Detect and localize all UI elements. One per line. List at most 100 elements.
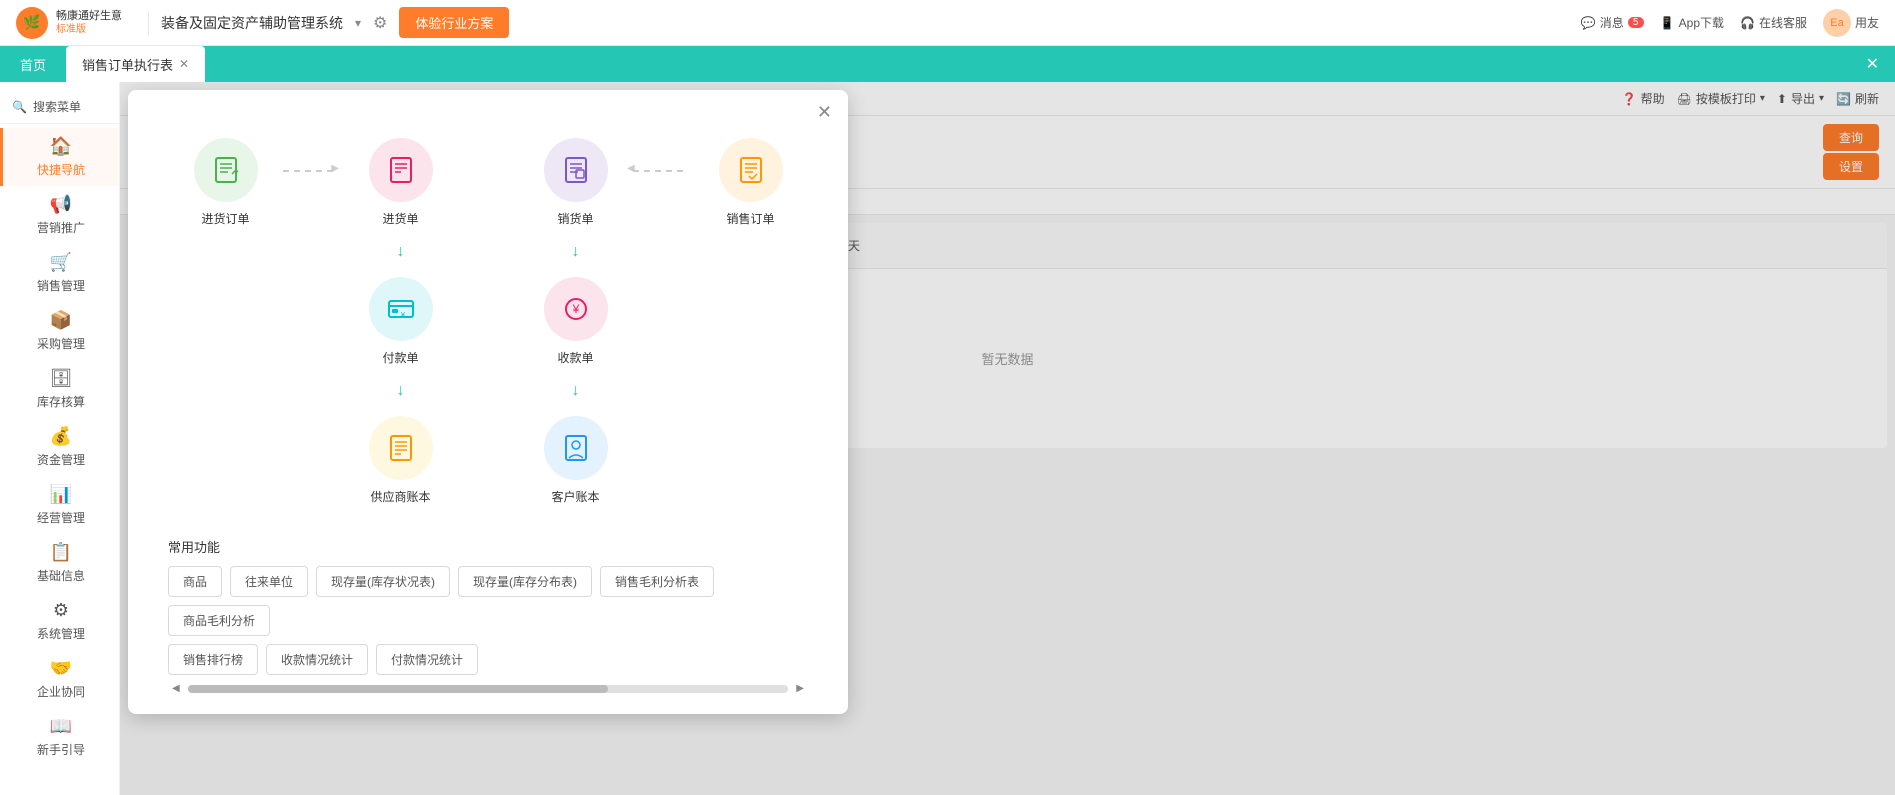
cf-sales-rank-button[interactable]: 销售排行榜 [168,644,258,675]
user-area[interactable]: Ea 用友 [1823,9,1879,37]
supplier-account-label: 供应商账本 [370,488,430,505]
scroll-left-arrow[interactable]: ◀ [168,683,184,694]
popup-close-button[interactable]: ✕ [817,102,832,123]
cf-receipt-stats-button[interactable]: 收款情况统计 [266,644,368,675]
common-functions: 常用功能 商品 往来单位 现存量(库存状况表) 现存量(库存分布表) 销售毛利分… [168,537,808,675]
basic-info-icon: 📋 [50,542,72,563]
enterprise-icon: 🤝 [50,658,72,679]
scroll-track[interactable] [188,685,789,693]
header-actions: 💬 消息 5 📱 App下载 🎧 在线客服 Ea 用友 [1581,9,1879,37]
down-arrow-4: ↓ [518,382,633,400]
search-icon: 🔍 [12,100,27,114]
sidebar-item-marketing[interactable]: 📢 营销推广 [0,186,119,244]
payment-bill-label: 付款单 [382,349,418,366]
logo-icon: 🌿 [16,7,48,39]
flow-sales-bill[interactable]: 销货单 [518,122,633,243]
tab-close-icon[interactable]: ✕ [179,57,189,71]
sidebar-item-operations[interactable]: 📊 经营管理 [0,476,119,534]
sales-bill-icon [544,138,608,202]
cf-contacts-button[interactable]: 往来单位 [230,566,308,597]
sidebar-item-purchase[interactable]: 📦 采购管理 [0,302,119,360]
receipt-bill-icon: ¥ [544,277,608,341]
sidebar-item-system[interactable]: ⚙ 系统管理 [0,592,119,650]
app-download-button[interactable]: 📱 App下载 [1660,14,1724,31]
dropdown-icon[interactable]: ▾ [355,16,361,30]
popup-box: ✕ 进货订单 ▶ [128,90,848,714]
cf-product-profit-button[interactable]: 商品毛利分析 [168,605,270,636]
flow-receipt-bill[interactable]: ¥ 收款单 [518,261,633,382]
purchase-bill-icon [369,138,433,202]
scroll-right-arrow[interactable]: ▶ [792,683,808,694]
flow-supplier-account[interactable]: 供应商账本 [343,400,458,521]
flow-purchase-order[interactable]: 进货订单 [168,122,283,243]
tab-bar: 首页 销售订单执行表 ✕ ✕ [0,46,1895,82]
avatar: Ea [1823,9,1851,37]
sidebar-item-finance[interactable]: 💰 资金管理 [0,418,119,476]
tab-close-all-button[interactable]: ✕ [1858,54,1887,74]
cf-buttons-row-1: 商品 往来单位 现存量(库存状况表) 现存量(库存分布表) 销售毛利分析表 商品… [168,566,808,636]
flow-customer-account[interactable]: 客户账本 [518,400,633,521]
common-functions-title: 常用功能 [168,537,808,556]
marketing-icon: 📢 [50,194,72,215]
down-arrow-1: ↓ [343,243,458,261]
purchase-bill-label: 进货单 [382,210,418,227]
sidebar-item-inventory[interactable]: 🗄 库存核算 [0,360,119,418]
try-button[interactable]: 体验行业方案 [399,7,509,38]
cf-payment-stats-button[interactable]: 付款情况统计 [376,644,478,675]
arrow-row-2: ↓ ↓ [168,382,808,400]
scroll-thumb [188,685,608,693]
message-badge: 5 [1628,17,1644,28]
content-area: ❓ 帮助 🖨 按模板打印 ▾ ⬆ 导出 ▾ 🔄 刷新 [120,82,1895,795]
message-button[interactable]: 💬 消息 5 [1581,14,1644,31]
newbie-icon: 📖 [50,716,72,737]
tab-sales-label: 销售订单执行表 [82,55,173,74]
sidebar: 🔍 搜索菜单 🏠 快捷导航 📢 营销推广 🛒 销售管理 📦 采购管理 🗄 库存核… [0,82,120,795]
purchase-icon: 📦 [50,310,72,331]
payment-bill-icon: ¥ [369,277,433,341]
flow-row-1: 进货订单 ▶ 进货单 [168,122,808,243]
customer-account-label: 客户账本 [551,488,599,505]
svg-text:¥: ¥ [401,312,405,319]
cf-product-button[interactable]: 商品 [168,566,222,597]
sidebar-item-basic-info[interactable]: 📋 基础信息 [0,534,119,592]
purchase-order-label: 进货订单 [201,210,249,227]
gear-icon[interactable]: ⚙ [373,13,387,33]
spacer-1 [458,171,518,195]
arrow-2: ◀ [633,170,693,196]
tab-sales-order[interactable]: 销售订单执行表 ✕ [66,46,205,82]
logo-text: 畅康通好生意 标准版 [56,9,122,36]
arrow-row-1: ↓ ↓ [168,243,808,261]
main-layout: 🔍 搜索菜单 🏠 快捷导航 📢 营销推广 🛒 销售管理 📦 采购管理 🗄 库存核… [0,82,1895,795]
operations-icon: 📊 [50,484,72,505]
sidebar-item-quick-nav[interactable]: 🏠 快捷导航 [0,128,119,186]
customer-account-icon [544,416,608,480]
flow-sales-order[interactable]: 销售订单 [693,122,808,243]
popup-scrollbar: ◀ ▶ [168,683,808,694]
sidebar-item-sales[interactable]: 🛒 销售管理 [0,244,119,302]
finance-icon: 💰 [50,426,72,447]
cf-stock-status-button[interactable]: 现存量(库存状况表) [316,566,450,597]
arrow-1: ▶ [283,170,343,196]
cf-buttons-row-2: 销售排行榜 收款情况统计 付款情况统计 [168,644,808,675]
sales-bill-label: 销货单 [557,210,593,227]
search-menu-button[interactable]: 🔍 搜索菜单 [0,90,119,124]
flow-payment-bill[interactable]: ¥ 付款单 [343,261,458,382]
flow-purchase-bill[interactable]: 进货单 [343,122,458,243]
logo-area: 🌿 畅康通好生意 标准版 [16,7,136,39]
svg-text:¥: ¥ [571,302,579,316]
cf-stock-dist-button[interactable]: 现存量(库存分布表) [458,566,592,597]
supplier-account-icon [369,416,433,480]
down-arrow-3: ↓ [343,382,458,400]
phone-icon: 📱 [1660,16,1675,30]
receipt-bill-label: 收款单 [557,349,593,366]
message-icon: 💬 [1581,16,1596,30]
online-service-button[interactable]: 🎧 在线客服 [1740,14,1807,31]
sidebar-item-enterprise[interactable]: 🤝 企业协同 [0,650,119,708]
sidebar-item-newbie[interactable]: 📖 新手引导 [0,708,119,766]
headset-icon: 🎧 [1740,16,1755,30]
system-title: 装备及固定资产辅助管理系统 [161,13,343,33]
top-header: 🌿 畅康通好生意 标准版 装备及固定资产辅助管理系统 ▾ ⚙ 体验行业方案 💬 … [0,0,1895,46]
tab-home[interactable]: 首页 [0,46,66,82]
popup-overlay: ✕ 进货订单 ▶ [120,82,1895,795]
cf-sales-profit-button[interactable]: 销售毛利分析表 [600,566,714,597]
